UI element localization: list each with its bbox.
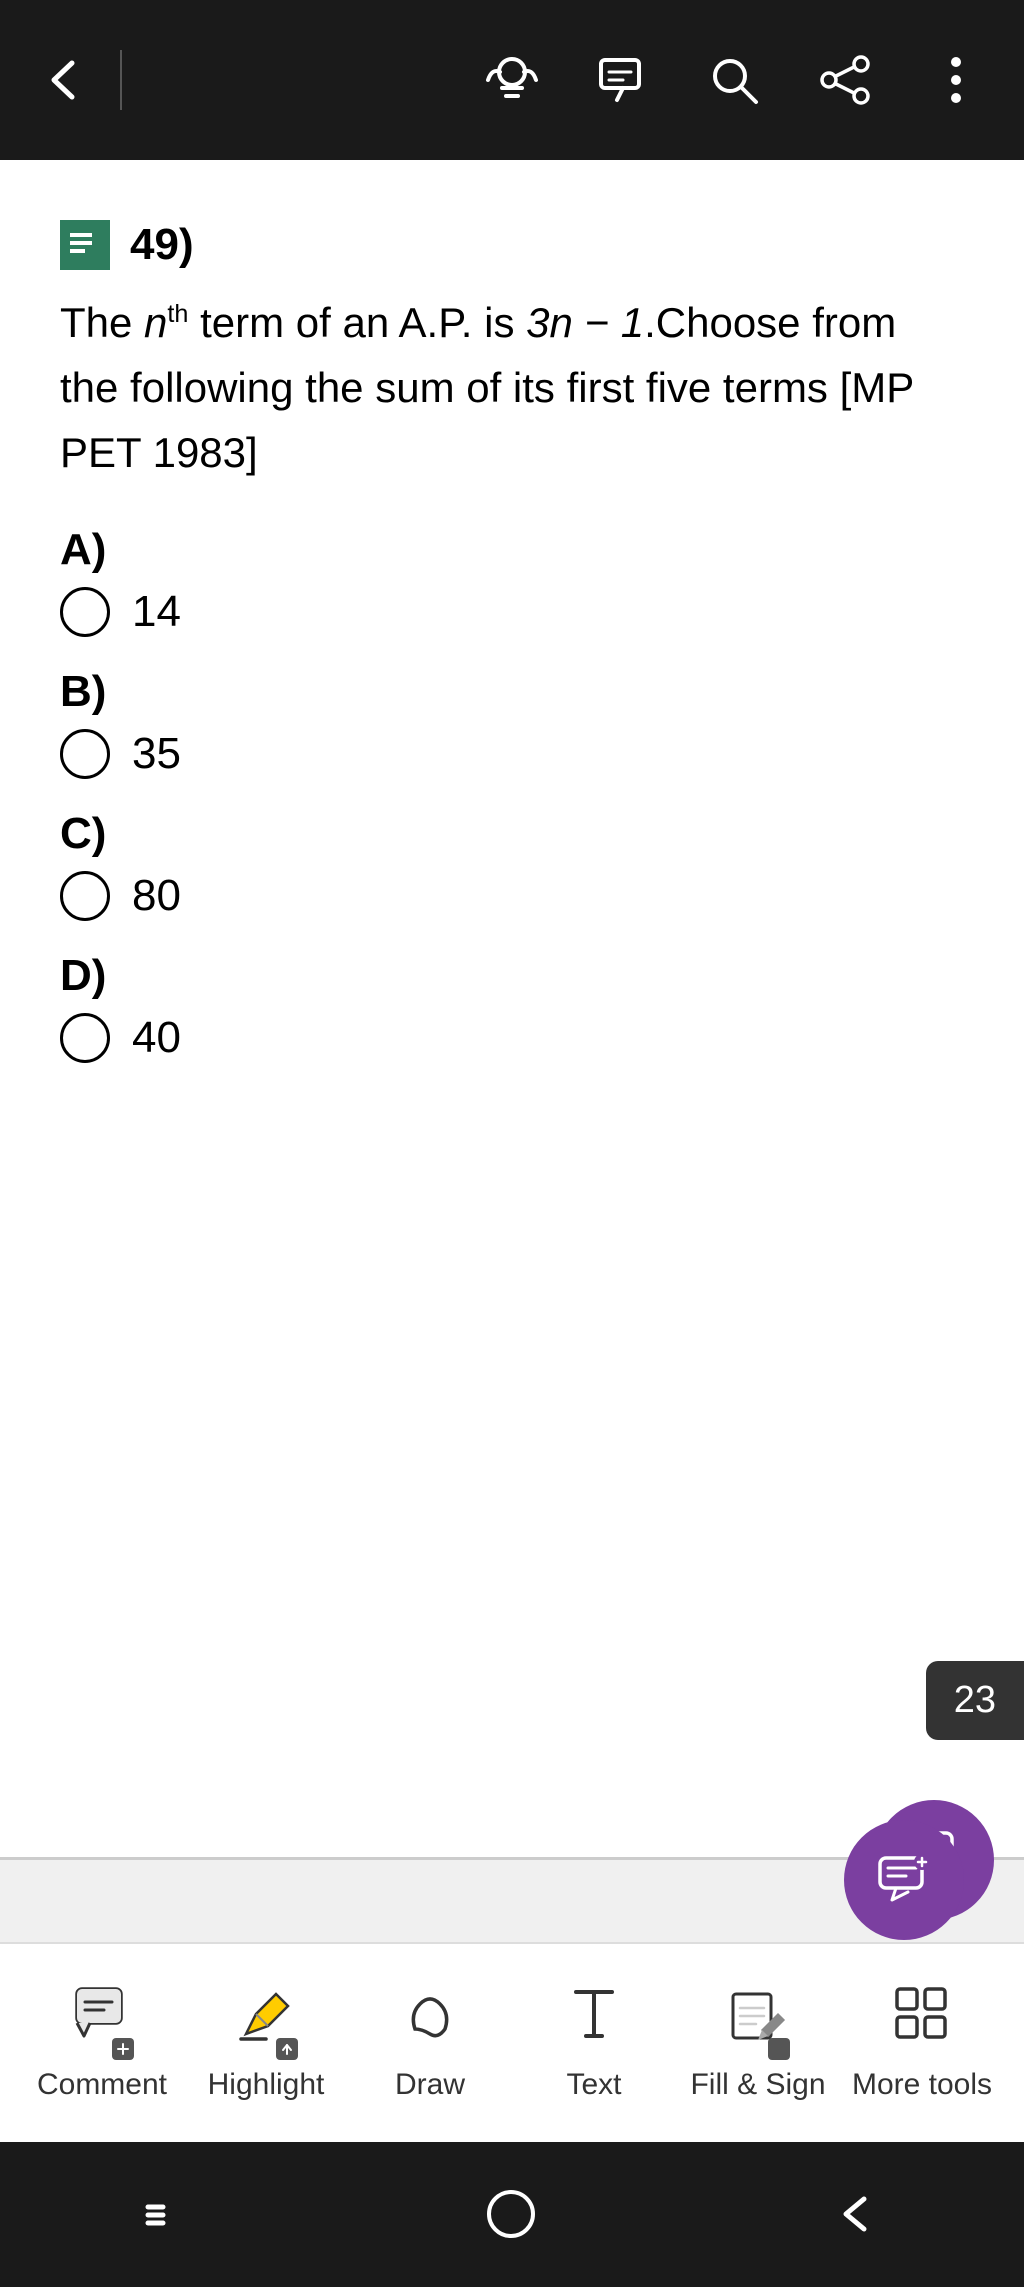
comment-tool-icon — [72, 1984, 132, 2058]
option-b-value: 35 — [132, 729, 181, 779]
option-a-row: 14 — [60, 587, 964, 637]
option-b-label: B) — [60, 667, 964, 717]
option-a-value: 14 — [132, 587, 181, 637]
fill-sign-badge — [768, 2038, 790, 2060]
question-icon — [60, 220, 110, 270]
option-c-radio[interactable] — [60, 871, 110, 921]
option-b-row: 35 — [60, 729, 964, 779]
nav-bar — [0, 2142, 1024, 2287]
option-d-value: 40 — [132, 1013, 181, 1063]
comment-tool-label: Comment — [37, 2068, 167, 2102]
nav-back-button[interactable] — [826, 2187, 881, 2242]
more-tools-tool-label: More tools — [852, 2068, 992, 2102]
back-button[interactable] — [40, 55, 90, 105]
option-c-row: 80 — [60, 871, 964, 921]
highlight-tool-icon — [236, 1984, 296, 2058]
reading-mode-button[interactable] — [484, 52, 540, 108]
more-button[interactable] — [928, 52, 984, 108]
formula: 3n − 1 — [526, 299, 644, 346]
question-text: The nth term of an A.P. is 3n − 1.Choose… — [60, 290, 964, 485]
text-tool-label: Text — [566, 2068, 621, 2102]
option-d-radio[interactable] — [60, 1013, 110, 1063]
highlight-badge — [276, 2038, 298, 2060]
option-d-label: D) — [60, 951, 964, 1001]
bottom-toolbar: Comment Highlight Draw — [0, 1942, 1024, 2142]
option-a-radio[interactable] — [60, 587, 110, 637]
page-badge: 23 — [926, 1661, 1024, 1740]
draw-tool-icon — [400, 1984, 460, 2058]
tool-text[interactable]: Text — [512, 1984, 676, 2102]
question-text-before: The — [60, 299, 144, 346]
option-d-row: 40 — [60, 1013, 964, 1063]
tool-highlight[interactable]: Highlight — [184, 1984, 348, 2102]
comment-button[interactable] — [595, 52, 651, 108]
fab-chat-button[interactable] — [844, 1820, 964, 1940]
nav-menu-button[interactable] — [143, 2187, 198, 2242]
question-header: 49) — [60, 220, 964, 270]
tool-fill-sign[interactable]: Fill & Sign — [676, 1984, 840, 2102]
option-a-label: A) — [60, 525, 964, 575]
tool-more-tools[interactable]: More tools — [840, 1984, 1004, 2102]
tool-comment[interactable]: Comment — [20, 1984, 184, 2102]
fill-sign-tool-icon — [728, 1984, 788, 2058]
content-area: 49) The nth term of an A.P. is 3n − 1.Ch… — [0, 160, 1024, 1860]
search-button[interactable] — [706, 52, 762, 108]
option-c-label: C) — [60, 809, 964, 859]
question-number: 49) — [130, 220, 194, 270]
share-button[interactable] — [817, 52, 873, 108]
top-bar — [0, 0, 1024, 160]
option-c-value: 80 — [132, 871, 181, 921]
draw-tool-label: Draw — [395, 2068, 465, 2102]
nav-home-button[interactable] — [484, 2187, 539, 2242]
highlight-tool-label: Highlight — [208, 2068, 325, 2102]
text-tool-icon — [564, 1984, 624, 2058]
top-bar-right — [484, 52, 984, 108]
divider — [120, 50, 122, 110]
question-text-middle: term of an A.P. is — [188, 299, 526, 346]
comment-badge — [112, 2038, 134, 2060]
top-bar-left — [40, 50, 122, 110]
tool-draw[interactable]: Draw — [348, 1984, 512, 2102]
option-b-radio[interactable] — [60, 729, 110, 779]
nth-notation: nth — [144, 299, 188, 346]
more-tools-tool-icon — [892, 1984, 952, 2058]
fill-sign-tool-label: Fill & Sign — [690, 2068, 825, 2102]
